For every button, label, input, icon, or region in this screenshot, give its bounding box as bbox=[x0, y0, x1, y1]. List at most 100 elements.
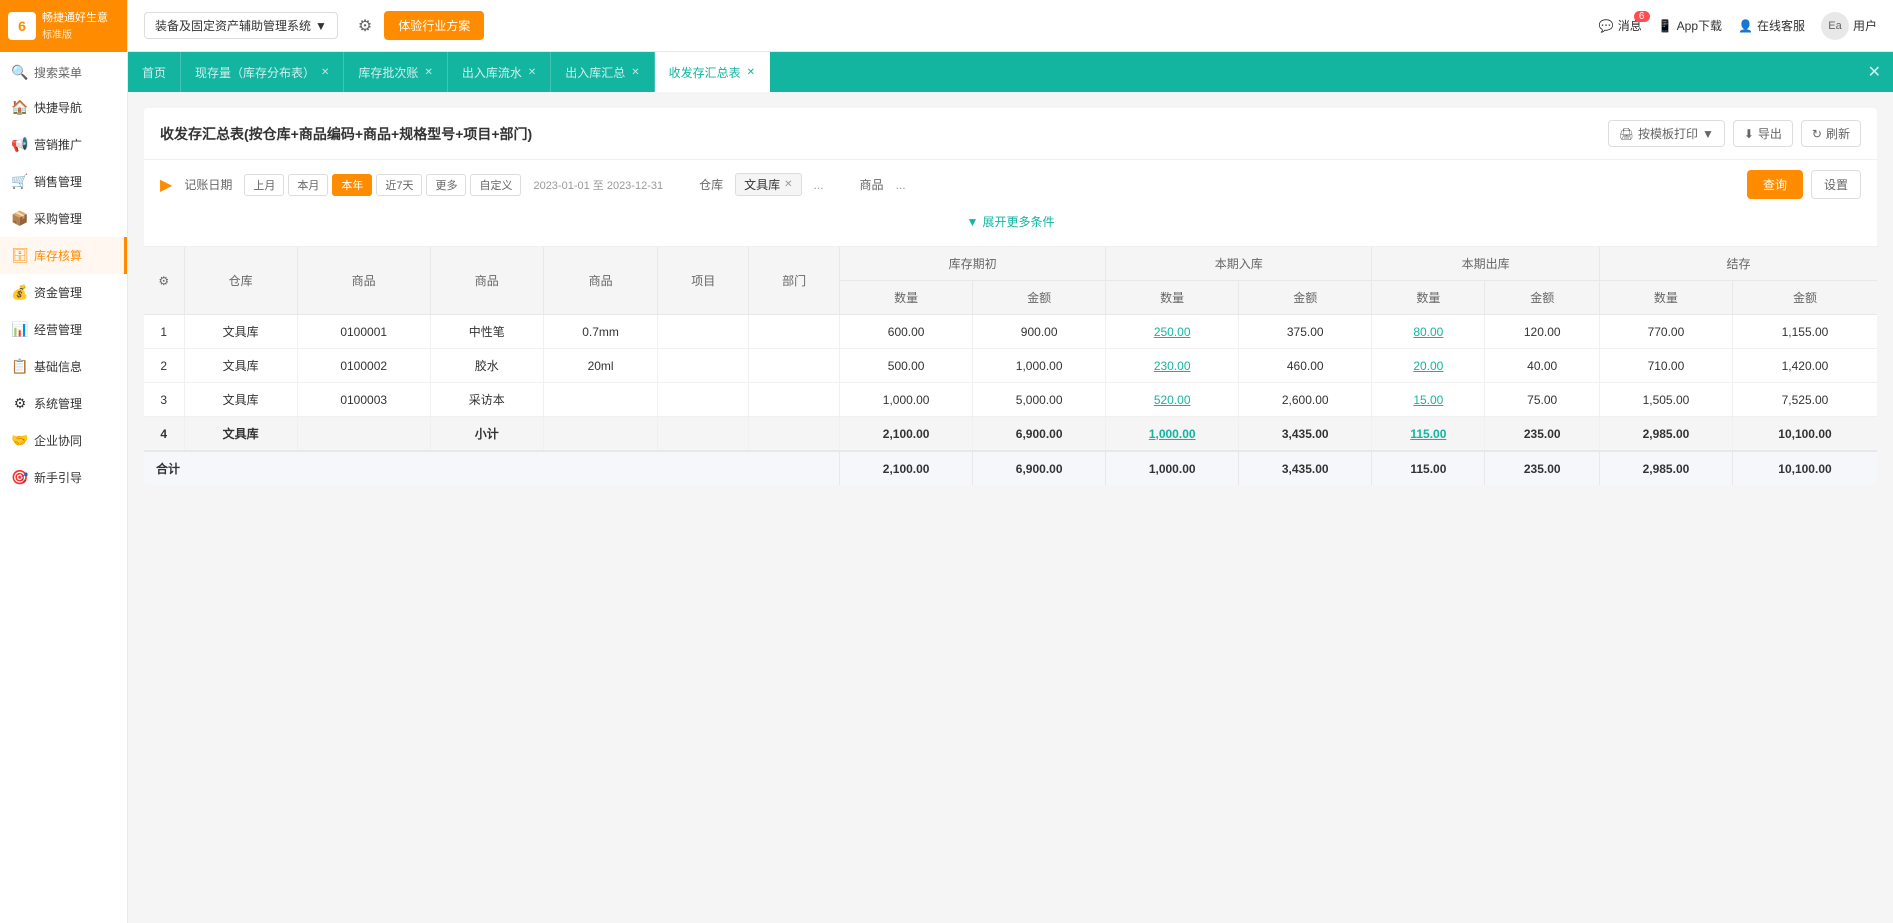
sidebar-item-system[interactable]: ⚙ 系统管理 bbox=[0, 385, 127, 422]
td-in-qty[interactable]: 1,000.00 bbox=[1106, 417, 1239, 452]
footer-balance-amt: 10,100.00 bbox=[1732, 451, 1877, 485]
filter-row-date: ▶ 记账日期 上月 本月 本年 近7天 更多 自定义 2023-01-01 至 … bbox=[160, 170, 1861, 199]
th-settings: ⚙ bbox=[144, 247, 184, 315]
sidebar: 6 畅捷通好生意 标准版 🔍 搜索菜单 🏠 快捷导航 📢 营销推广 🛒 销售管理… bbox=[0, 0, 128, 923]
warehouse-tag-close[interactable]: ✕ bbox=[784, 179, 792, 190]
date-btn-prev-month[interactable]: 上月 bbox=[244, 174, 284, 196]
refresh-button[interactable]: ↻ 刷新 bbox=[1801, 120, 1861, 147]
export-button[interactable]: ⬇ 导出 bbox=[1733, 120, 1793, 147]
td-code: 0100001 bbox=[297, 315, 430, 349]
filter-toggle-icon[interactable]: ▶ bbox=[160, 175, 172, 195]
sidebar-item-guide[interactable]: 🎯 新手引导 bbox=[0, 459, 127, 496]
td-open-amt: 5,000.00 bbox=[973, 383, 1106, 417]
sidebar-item-label: 采购管理 bbox=[34, 210, 82, 227]
sidebar-item-basic-info[interactable]: 📋 基础信息 bbox=[0, 348, 127, 385]
td-balance-amt: 1,420.00 bbox=[1732, 349, 1877, 383]
tab-close-stock-dist[interactable]: ✕ bbox=[321, 67, 329, 78]
td-in-qty[interactable]: 250.00 bbox=[1106, 315, 1239, 349]
date-btn-this-year[interactable]: 本年 bbox=[332, 174, 372, 196]
date-btn-7days[interactable]: 近7天 bbox=[376, 174, 422, 196]
tab-close-in-out-summary[interactable]: ✕ bbox=[631, 67, 639, 78]
footer-label: 合计 bbox=[144, 451, 840, 485]
data-table: ⚙ 仓库 商品 商品 商品 项目 部门 库存期初 本期入库 本期出库 结存 bbox=[144, 247, 1877, 485]
gear-icon[interactable]: ⚙ bbox=[358, 16, 372, 36]
sidebar-item-label: 销售管理 bbox=[34, 173, 82, 190]
finance-icon: 💰 bbox=[12, 285, 28, 301]
tab-home[interactable]: 首页 bbox=[128, 52, 181, 92]
online-service-button[interactable]: 👤 在线客服 bbox=[1738, 17, 1805, 34]
app-download-button[interactable]: 📱 App下载 bbox=[1658, 17, 1722, 34]
td-out-qty[interactable]: 20.00 bbox=[1372, 349, 1485, 383]
td-in-qty[interactable]: 230.00 bbox=[1106, 349, 1239, 383]
td-in-qty[interactable]: 520.00 bbox=[1106, 383, 1239, 417]
th-group-out: 本期出库 bbox=[1372, 247, 1600, 281]
print-button[interactable]: 🖨 按模板打印 ▼ bbox=[1608, 120, 1725, 147]
td-open-amt: 6,900.00 bbox=[973, 417, 1106, 452]
set-button[interactable]: 设置 bbox=[1811, 170, 1861, 199]
footer-balance-qty: 2,985.00 bbox=[1599, 451, 1732, 485]
expand-conditions-button[interactable]: ▼ 展开更多条件 bbox=[967, 213, 1055, 230]
th-group-open: 库存期初 bbox=[840, 247, 1106, 281]
query-button[interactable]: 查询 bbox=[1747, 170, 1803, 199]
td-out-qty[interactable]: 15.00 bbox=[1372, 383, 1485, 417]
th-open-amt: 金额 bbox=[973, 281, 1106, 315]
page-header: 收发存汇总表(按仓库+商品编码+商品+规格型号+项目+部门) 🖨 按模板打印 ▼… bbox=[144, 108, 1877, 160]
sidebar-item-label: 系统管理 bbox=[34, 395, 82, 412]
td-num: 1 bbox=[144, 315, 184, 349]
tab-close-receive-send-summary[interactable]: ✕ bbox=[747, 67, 755, 78]
sidebar-item-marketing[interactable]: 📢 营销推广 bbox=[0, 126, 127, 163]
warehouse-more-btn[interactable]: ... bbox=[814, 178, 824, 192]
sidebar-item-inventory[interactable]: 🗄 库存核算 bbox=[0, 237, 127, 274]
th-balance-amt: 金额 bbox=[1732, 281, 1877, 315]
td-dept bbox=[749, 349, 840, 383]
main-area: 装备及固定资产辅助管理系统 ▼ ⚙ 体验行业方案 💬 消息 6 📱 App下载 … bbox=[128, 0, 1893, 923]
goods-more-btn[interactable]: ... bbox=[896, 178, 906, 192]
td-out-qty[interactable]: 115.00 bbox=[1372, 417, 1485, 452]
date-btn-custom[interactable]: 自定义 bbox=[470, 174, 521, 196]
date-btn-more[interactable]: 更多 bbox=[426, 174, 466, 196]
sidebar-item-finance[interactable]: 💰 资金管理 bbox=[0, 274, 127, 311]
th-warehouse: 仓库 bbox=[184, 247, 297, 315]
message-button[interactable]: 💬 消息 6 bbox=[1599, 17, 1642, 34]
logo-text: 畅捷通好生意 标准版 bbox=[42, 11, 108, 40]
sidebar-item-quick-nav[interactable]: 🏠 快捷导航 bbox=[0, 89, 127, 126]
td-out-qty[interactable]: 80.00 bbox=[1372, 315, 1485, 349]
tab-bar: 首页 现存量（库存分布表） ✕ 库存批次账 ✕ 出入库流水 ✕ 出入库汇总 ✕ … bbox=[128, 52, 1893, 92]
user-button[interactable]: Ea 用户 bbox=[1821, 12, 1877, 40]
sidebar-item-search[interactable]: 🔍 搜索菜单 bbox=[0, 56, 127, 89]
home-icon: 🏠 bbox=[12, 100, 28, 116]
system-select[interactable]: 装备及固定资产辅助管理系统 ▼ bbox=[144, 12, 338, 39]
tab-close-batch-ledger[interactable]: ✕ bbox=[424, 67, 432, 78]
close-all-tabs-button[interactable]: ✕ bbox=[1856, 62, 1893, 82]
tab-in-out-summary[interactable]: 出入库汇总 ✕ bbox=[551, 52, 654, 92]
th-in-qty: 数量 bbox=[1106, 281, 1239, 315]
sidebar-item-label: 快捷导航 bbox=[34, 99, 82, 116]
tab-in-out-flow[interactable]: 出入库流水 ✕ bbox=[448, 52, 551, 92]
sidebar-nav: 🔍 搜索菜单 🏠 快捷导航 📢 营销推广 🛒 销售管理 📦 采购管理 🗄 库存核… bbox=[0, 52, 127, 923]
td-in-amt: 460.00 bbox=[1239, 349, 1372, 383]
th-out-qty: 数量 bbox=[1372, 281, 1485, 315]
date-btn-this-month[interactable]: 本月 bbox=[288, 174, 328, 196]
trial-button[interactable]: 体验行业方案 bbox=[384, 11, 484, 40]
message-badge: 6 bbox=[1634, 11, 1650, 22]
col-settings-icon[interactable]: ⚙ bbox=[158, 274, 169, 288]
td-open-qty: 500.00 bbox=[840, 349, 973, 383]
sidebar-item-label: 企业协同 bbox=[34, 432, 82, 449]
sidebar-item-enterprise[interactable]: 🤝 企业协同 bbox=[0, 422, 127, 459]
sidebar-item-purchase[interactable]: 📦 采购管理 bbox=[0, 200, 127, 237]
filter-area: ▶ 记账日期 上月 本月 本年 近7天 更多 自定义 2023-01-01 至 … bbox=[144, 160, 1877, 247]
tab-close-in-out-flow[interactable]: ✕ bbox=[528, 67, 536, 78]
th-dept: 部门 bbox=[749, 247, 840, 315]
table-footer: 合计 2,100.00 6,900.00 1,000.00 3,435.00 1… bbox=[144, 451, 1877, 485]
td-balance-amt: 1,155.00 bbox=[1732, 315, 1877, 349]
sidebar-item-label: 资金管理 bbox=[34, 284, 82, 301]
export-icon: ⬇ bbox=[1744, 127, 1754, 141]
th-group-in: 本期入库 bbox=[1106, 247, 1372, 281]
sidebar-item-sales[interactable]: 🛒 销售管理 bbox=[0, 163, 127, 200]
td-project bbox=[658, 349, 749, 383]
tab-receive-send-summary[interactable]: 收发存汇总表 ✕ bbox=[655, 52, 770, 92]
tab-stock-dist[interactable]: 现存量（库存分布表） ✕ bbox=[181, 52, 344, 92]
sidebar-item-management[interactable]: 📊 经营管理 bbox=[0, 311, 127, 348]
filter-action-buttons: 查询 设置 bbox=[1747, 170, 1861, 199]
tab-batch-ledger[interactable]: 库存批次账 ✕ bbox=[344, 52, 447, 92]
